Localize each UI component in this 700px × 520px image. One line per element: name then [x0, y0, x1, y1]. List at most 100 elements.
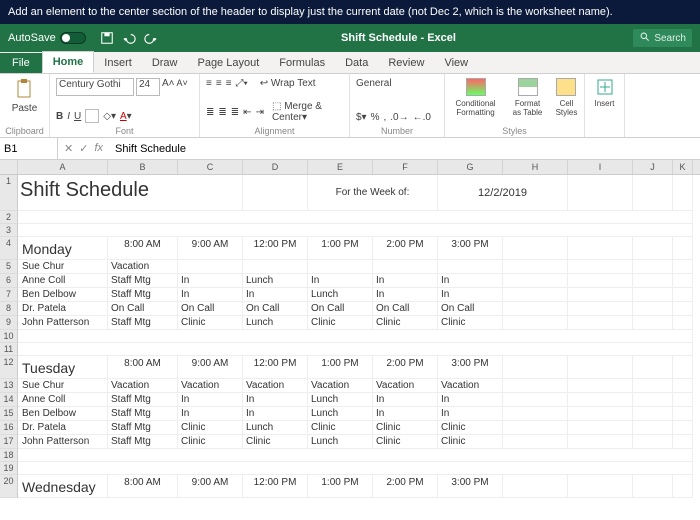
underline-button[interactable]: U [74, 111, 81, 122]
shift-cell[interactable]: In [373, 407, 438, 421]
search-box[interactable]: Search [633, 29, 692, 47]
save-icon[interactable] [100, 31, 114, 45]
shift-cell[interactable] [308, 260, 373, 274]
percent-icon[interactable]: % [371, 112, 380, 123]
shift-cell[interactable]: Lunch [308, 393, 373, 407]
accounting-icon[interactable]: $▾ [356, 112, 367, 123]
shift-cell[interactable]: Clinic [438, 316, 503, 330]
shift-cell[interactable]: In [373, 393, 438, 407]
tab-view[interactable]: View [434, 53, 478, 73]
cell-styles-button[interactable]: Cell Styles [555, 78, 578, 117]
time-header[interactable]: 2:00 PM [373, 475, 438, 498]
number-format-select[interactable]: General [356, 78, 434, 89]
autosave-switch-icon[interactable] [60, 32, 86, 44]
shift-cell[interactable]: In [438, 407, 503, 421]
shift-cell[interactable]: Vacation [108, 379, 178, 393]
col-header[interactable]: G [438, 160, 503, 174]
time-header[interactable]: 9:00 AM [178, 356, 243, 379]
redo-icon[interactable] [144, 31, 158, 45]
borders-icon[interactable] [85, 109, 99, 123]
shift-cell[interactable]: Clinic [308, 316, 373, 330]
shift-cell[interactable]: Vacation [308, 379, 373, 393]
shift-cell[interactable]: In [178, 393, 243, 407]
indent-dec-icon[interactable]: ⇤ [243, 107, 251, 118]
name-box[interactable]: B1 [0, 138, 58, 159]
shift-cell[interactable]: Clinic [373, 421, 438, 435]
row-header[interactable]: 6 [0, 274, 18, 288]
shift-cell[interactable]: On Call [373, 302, 438, 316]
row-header[interactable]: 16 [0, 421, 18, 435]
shift-cell[interactable]: In [438, 393, 503, 407]
time-header[interactable]: 1:00 PM [308, 475, 373, 498]
shift-cell[interactable]: Lunch [308, 288, 373, 302]
shift-cell[interactable]: Clinic [178, 435, 243, 449]
indent-inc-icon[interactable]: ⇥ [256, 107, 264, 118]
merge-center-button[interactable]: ⬚ Merge & Center▾ [272, 101, 343, 123]
row-header[interactable]: 10 [0, 330, 18, 343]
row-header[interactable]: 7 [0, 288, 18, 302]
shift-cell[interactable]: Lunch [308, 407, 373, 421]
row-header[interactable]: 5 [0, 260, 18, 274]
col-header[interactable]: C [178, 160, 243, 174]
row-header[interactable]: 20 [0, 475, 18, 498]
align-left-icon[interactable]: ≣ [206, 107, 214, 118]
shift-cell[interactable]: Clinic [308, 421, 373, 435]
shift-cell[interactable]: In [178, 288, 243, 302]
col-header[interactable]: K [673, 160, 693, 174]
person-name[interactable]: Ben Delbow [18, 407, 108, 421]
day-name[interactable]: Monday [18, 237, 108, 260]
row-header[interactable]: 15 [0, 407, 18, 421]
row-header[interactable]: 13 [0, 379, 18, 393]
row-header[interactable]: 2 [0, 211, 18, 224]
shift-cell[interactable]: In [243, 288, 308, 302]
tab-insert[interactable]: Insert [94, 53, 142, 73]
tab-data[interactable]: Data [335, 53, 378, 73]
shift-cell[interactable]: On Call [178, 302, 243, 316]
row-header[interactable]: 3 [0, 224, 18, 237]
sheet-title[interactable]: Shift Schedule [18, 175, 243, 211]
time-header[interactable]: 3:00 PM [438, 237, 503, 260]
tab-page-layout[interactable]: Page Layout [187, 53, 269, 73]
font-color-icon[interactable]: A▾ [120, 111, 132, 122]
time-header[interactable]: 3:00 PM [438, 475, 503, 498]
tab-home[interactable]: Home [42, 51, 95, 73]
person-name[interactable]: John Patterson [18, 316, 108, 330]
tab-file[interactable]: File [0, 53, 42, 73]
increase-font-icon[interactable]: A˄ [162, 78, 175, 96]
insert-cells-button[interactable]: Insert [591, 78, 618, 108]
time-header[interactable]: 12:00 PM [243, 356, 308, 379]
shift-cell[interactable]: Vacation [243, 379, 308, 393]
font-size-select[interactable]: 24 [136, 78, 160, 96]
day-name[interactable]: Wednesday [18, 475, 108, 498]
shift-cell[interactable]: Vacation [178, 379, 243, 393]
time-header[interactable]: 8:00 AM [108, 475, 178, 498]
fx-icon[interactable]: fx [94, 142, 103, 155]
decrease-font-icon[interactable]: A˅ [177, 78, 188, 96]
col-header[interactable]: D [243, 160, 308, 174]
align-top-icon[interactable]: ≡ [206, 78, 212, 89]
shift-cell[interactable]: Staff Mtg [108, 288, 178, 302]
shift-cell[interactable]: In [373, 274, 438, 288]
shift-cell[interactable]: Clinic [438, 435, 503, 449]
shift-cell[interactable]: Staff Mtg [108, 316, 178, 330]
shift-cell[interactable] [438, 260, 503, 274]
time-header[interactable]: 1:00 PM [308, 237, 373, 260]
shift-cell[interactable]: Clinic [373, 435, 438, 449]
col-header[interactable]: F [373, 160, 438, 174]
fill-color-icon[interactable]: ◇▾ [103, 111, 116, 122]
undo-icon[interactable] [122, 31, 136, 45]
orientation-icon[interactable]: ⤢▾ [236, 78, 248, 89]
shift-cell[interactable]: Staff Mtg [108, 407, 178, 421]
row-header[interactable]: 11 [0, 343, 18, 356]
tab-draw[interactable]: Draw [142, 53, 188, 73]
italic-button[interactable]: I [67, 111, 70, 122]
align-center-icon[interactable]: ≣ [218, 107, 226, 118]
shift-cell[interactable]: In [438, 274, 503, 288]
bold-button[interactable]: B [56, 111, 63, 122]
row-header[interactable]: 14 [0, 393, 18, 407]
worksheet-grid[interactable]: A B C D E F G H I J K 1 Shift Schedule F… [0, 160, 700, 520]
shift-cell[interactable]: Staff Mtg [108, 421, 178, 435]
shift-cell[interactable] [373, 260, 438, 274]
person-name[interactable]: Sue Chur [18, 379, 108, 393]
col-header[interactable]: H [503, 160, 568, 174]
